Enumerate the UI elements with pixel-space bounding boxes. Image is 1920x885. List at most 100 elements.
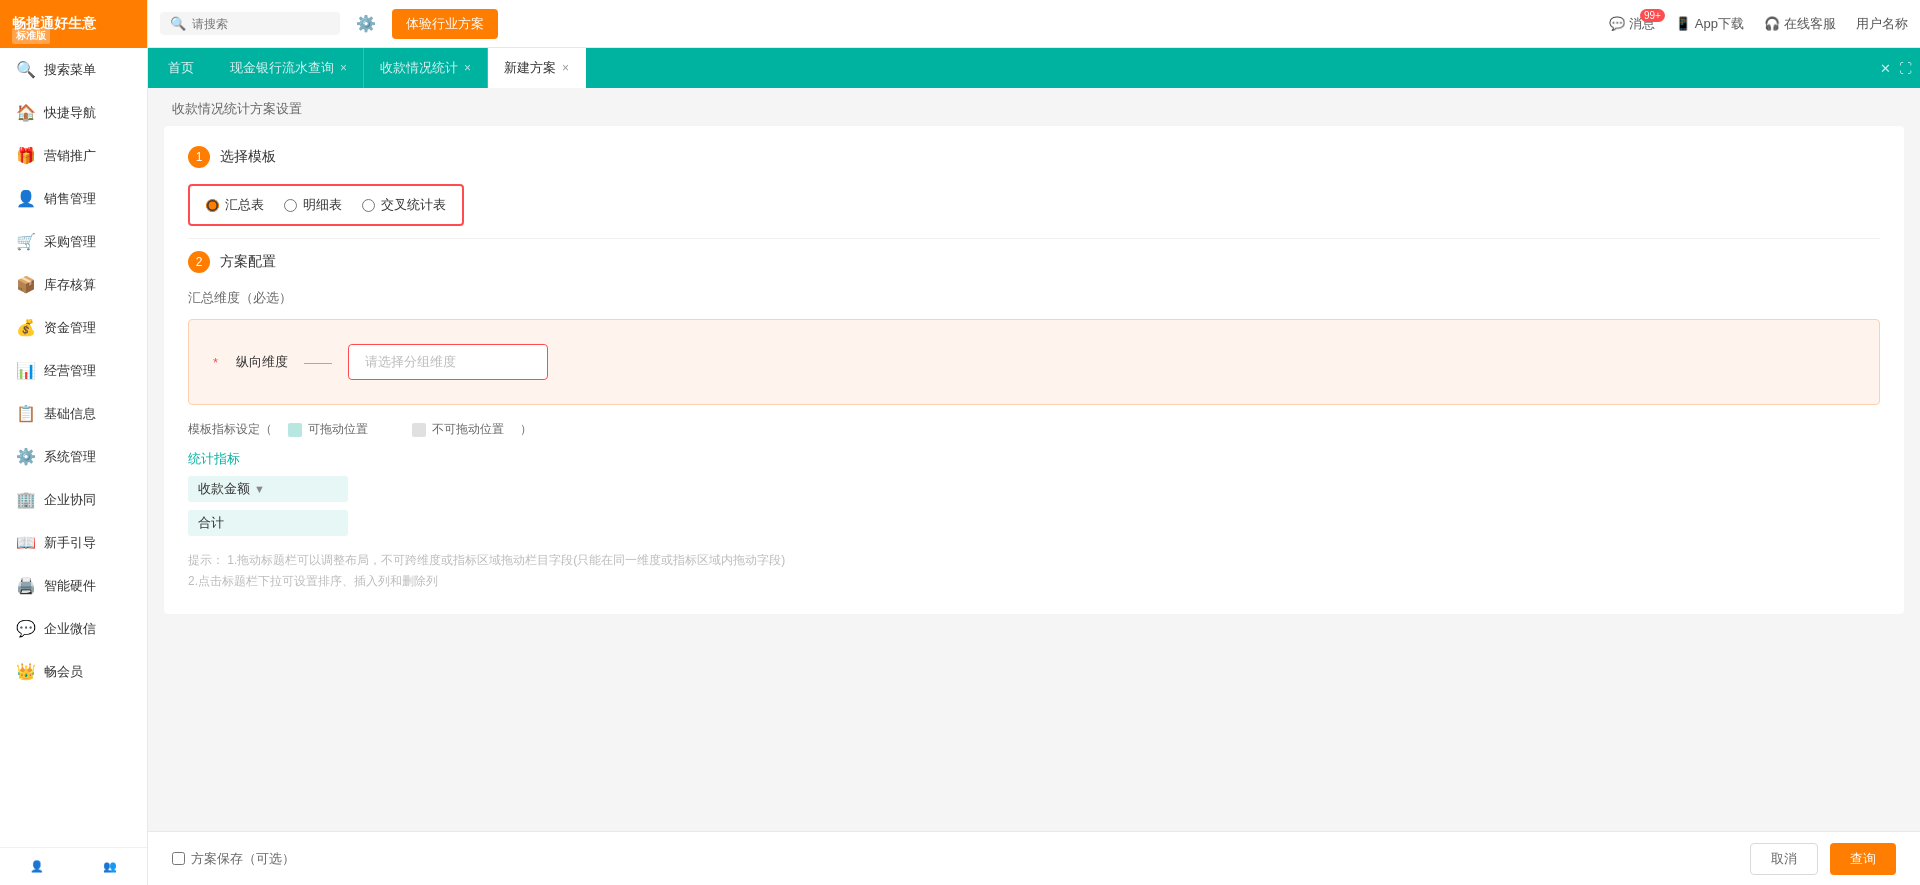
tip2: 2.点击标题栏下拉可设置排序、插入列和删除列 <box>188 573 1880 590</box>
message-icon: 💬 <box>1609 16 1625 31</box>
user-name[interactable]: 用户名称 <box>1856 15 1908 33</box>
enterprise-icon: 🏢 <box>16 490 36 509</box>
user-name-label: 用户名称 <box>1856 15 1908 33</box>
download-icon: 📱 <box>1675 16 1691 31</box>
tips-section: 提示： 1.拖动标题栏可以调整布局，不可跨维度或指标区域拖动栏目字段(只能在同一… <box>188 552 1880 590</box>
sidebar-item-quick-nav[interactable]: 🏠 快捷导航 <box>0 91 147 134</box>
radio-summary-input[interactable] <box>206 199 219 212</box>
sidebar-label-basic-info: 基础信息 <box>44 405 96 423</box>
sidebar-item-operation[interactable]: 📊 经营管理 <box>0 349 147 392</box>
radio-cross-label: 交叉统计表 <box>381 196 446 214</box>
dimension-input[interactable]: 请选择分组维度 <box>348 344 548 380</box>
sidebar: 畅捷通好生意 标准版 🔍 搜索菜单 🏠 快捷导航 🎁 营销推广 👤 销售管理 🛒… <box>0 0 148 885</box>
wechat-icon: 💬 <box>16 619 36 638</box>
search-menu-icon: 🔍 <box>16 60 36 79</box>
radio-cross-input[interactable] <box>362 199 375 212</box>
system-icon: ⚙️ <box>16 447 36 466</box>
tab-receipt-stats-label: 收款情况统计 <box>380 59 458 77</box>
radio-detail-input[interactable] <box>284 199 297 212</box>
customer-service-button[interactable]: 🎧 在线客服 <box>1764 15 1836 33</box>
sidebar-item-system[interactable]: ⚙️ 系统管理 <box>0 435 147 478</box>
tab-receipt-stats-close[interactable]: × <box>464 61 471 75</box>
radio-cross[interactable]: 交叉统计表 <box>362 196 446 214</box>
step2-header: 2 方案配置 <box>188 251 1880 273</box>
metrics-legend: 模板指标设定（ 可拖动位置 不可拖动位置 ） <box>188 421 1880 438</box>
metrics-subtag-total: 合计 <box>188 510 348 536</box>
cancel-button[interactable]: 取消 <box>1750 843 1818 875</box>
sidebar-item-purchase[interactable]: 🛒 采购管理 <box>0 220 147 263</box>
hardware-icon: 🖨️ <box>16 576 36 595</box>
sidebar-item-search-menu[interactable]: 🔍 搜索菜单 <box>0 48 147 91</box>
tab-new-plan[interactable]: 新建方案 × <box>488 48 586 88</box>
metrics-tag-amount[interactable]: 收款金额 ▼ <box>188 476 348 502</box>
industry-plan-button[interactable]: 体验行业方案 <box>392 9 498 39</box>
tab-close-all-icon[interactable]: ✕ <box>1880 61 1891 76</box>
sidebar-item-finance[interactable]: 💰 资金管理 <box>0 306 147 349</box>
sidebar-avatar2[interactable]: 👥 <box>99 856 121 877</box>
sidebar-bottom: 👤 👥 <box>0 847 147 885</box>
sidebar-item-basic-info[interactable]: 📋 基础信息 <box>0 392 147 435</box>
sidebar-label-search-menu: 搜索菜单 <box>44 61 96 79</box>
divider1 <box>188 238 1880 239</box>
settings-icon[interactable]: ⚙️ <box>356 14 376 33</box>
tab-new-plan-label: 新建方案 <box>504 59 556 77</box>
metrics-label-text: 模板指标设定（ <box>188 421 272 438</box>
legend-draggable: 可拖动位置 <box>288 421 368 438</box>
sidebar-label-finance: 资金管理 <box>44 319 96 337</box>
template-selection: 汇总表 明细表 交叉统计表 <box>188 184 464 226</box>
tab-new-plan-close[interactable]: × <box>562 61 569 75</box>
tab-expand-icon[interactable]: ⛶ <box>1899 61 1912 76</box>
page-header: 收款情况统计方案设置 <box>148 88 1920 126</box>
topbar-search-box[interactable]: 🔍 <box>160 12 340 35</box>
message-button[interactable]: 💬 消息 99+ <box>1609 15 1655 33</box>
sidebar-item-wechat[interactable]: 💬 企业微信 <box>0 607 147 650</box>
customer-service-label: 在线客服 <box>1784 15 1836 33</box>
main-card: 1 选择模板 汇总表 明细表 交叉统计表 <box>164 126 1904 614</box>
radio-detail[interactable]: 明细表 <box>284 196 342 214</box>
topbar-search-input[interactable] <box>192 17 322 31</box>
save-checkbox[interactable] <box>172 852 185 865</box>
sidebar-label-quick-nav: 快捷导航 <box>44 104 96 122</box>
sidebar-label-marketing: 营销推广 <box>44 147 96 165</box>
sidebar-item-guide[interactable]: 📖 新手引导 <box>0 521 147 564</box>
footer: 方案保存（可选） 取消 查询 <box>148 831 1920 885</box>
required-star: * <box>213 355 218 370</box>
chevron-down-icon: ▼ <box>254 483 265 495</box>
finance-icon: 💰 <box>16 318 36 337</box>
member-icon: 👑 <box>16 662 36 681</box>
app-version: 标准版 <box>12 28 50 44</box>
arrow-right-icon: —— <box>304 354 332 370</box>
query-button[interactable]: 查询 <box>1830 843 1896 875</box>
dimension-config: 汇总维度（必选） * 纵向维度 —— 请选择分组维度 <box>188 289 1880 405</box>
sidebar-item-member[interactable]: 👑 畅会员 <box>0 650 147 693</box>
step1-title: 选择模板 <box>220 148 276 166</box>
sidebar-label-inventory: 库存核算 <box>44 276 96 294</box>
sidebar-item-enterprise[interactable]: 🏢 企业协同 <box>0 478 147 521</box>
step2-circle: 2 <box>188 251 210 273</box>
sidebar-label-wechat: 企业微信 <box>44 620 96 638</box>
dimension-label: 纵向维度 <box>236 353 288 371</box>
app-logo: 畅捷通好生意 标准版 <box>0 0 147 48</box>
sidebar-label-guide: 新手引导 <box>44 534 96 552</box>
legend-draggable-label: 可拖动位置 <box>308 421 368 438</box>
sidebar-avatar1[interactable]: 👤 <box>26 856 48 877</box>
tab-bank-flow-close[interactable]: × <box>340 61 347 75</box>
tab-receipt-stats[interactable]: 收款情况统计 × <box>364 48 488 88</box>
app-download-button[interactable]: 📱 App下载 <box>1675 15 1744 33</box>
footer-buttons: 取消 查询 <box>1750 843 1896 875</box>
step1-circle: 1 <box>188 146 210 168</box>
footer-save-section: 方案保存（可选） <box>172 850 295 868</box>
sidebar-item-inventory[interactable]: 📦 库存核算 <box>0 263 147 306</box>
sidebar-item-hardware[interactable]: 🖨️ 智能硬件 <box>0 564 147 607</box>
fixed-dot <box>412 423 426 437</box>
sidebar-item-marketing[interactable]: 🎁 营销推广 <box>0 134 147 177</box>
tabbar: 首页 现金银行流水查询 × 收款情况统计 × 新建方案 × ✕ ⛶ <box>148 48 1920 88</box>
tab-bank-flow-label: 现金银行流水查询 <box>230 59 334 77</box>
tab-bank-flow[interactable]: 现金银行流水查询 × <box>214 48 364 88</box>
radio-summary[interactable]: 汇总表 <box>206 196 264 214</box>
legend-fixed: 不可拖动位置 <box>412 421 504 438</box>
sidebar-item-sales[interactable]: 👤 销售管理 <box>0 177 147 220</box>
operation-icon: 📊 <box>16 361 36 380</box>
radio-detail-label: 明细表 <box>303 196 342 214</box>
tab-home[interactable]: 首页 <box>148 59 214 77</box>
